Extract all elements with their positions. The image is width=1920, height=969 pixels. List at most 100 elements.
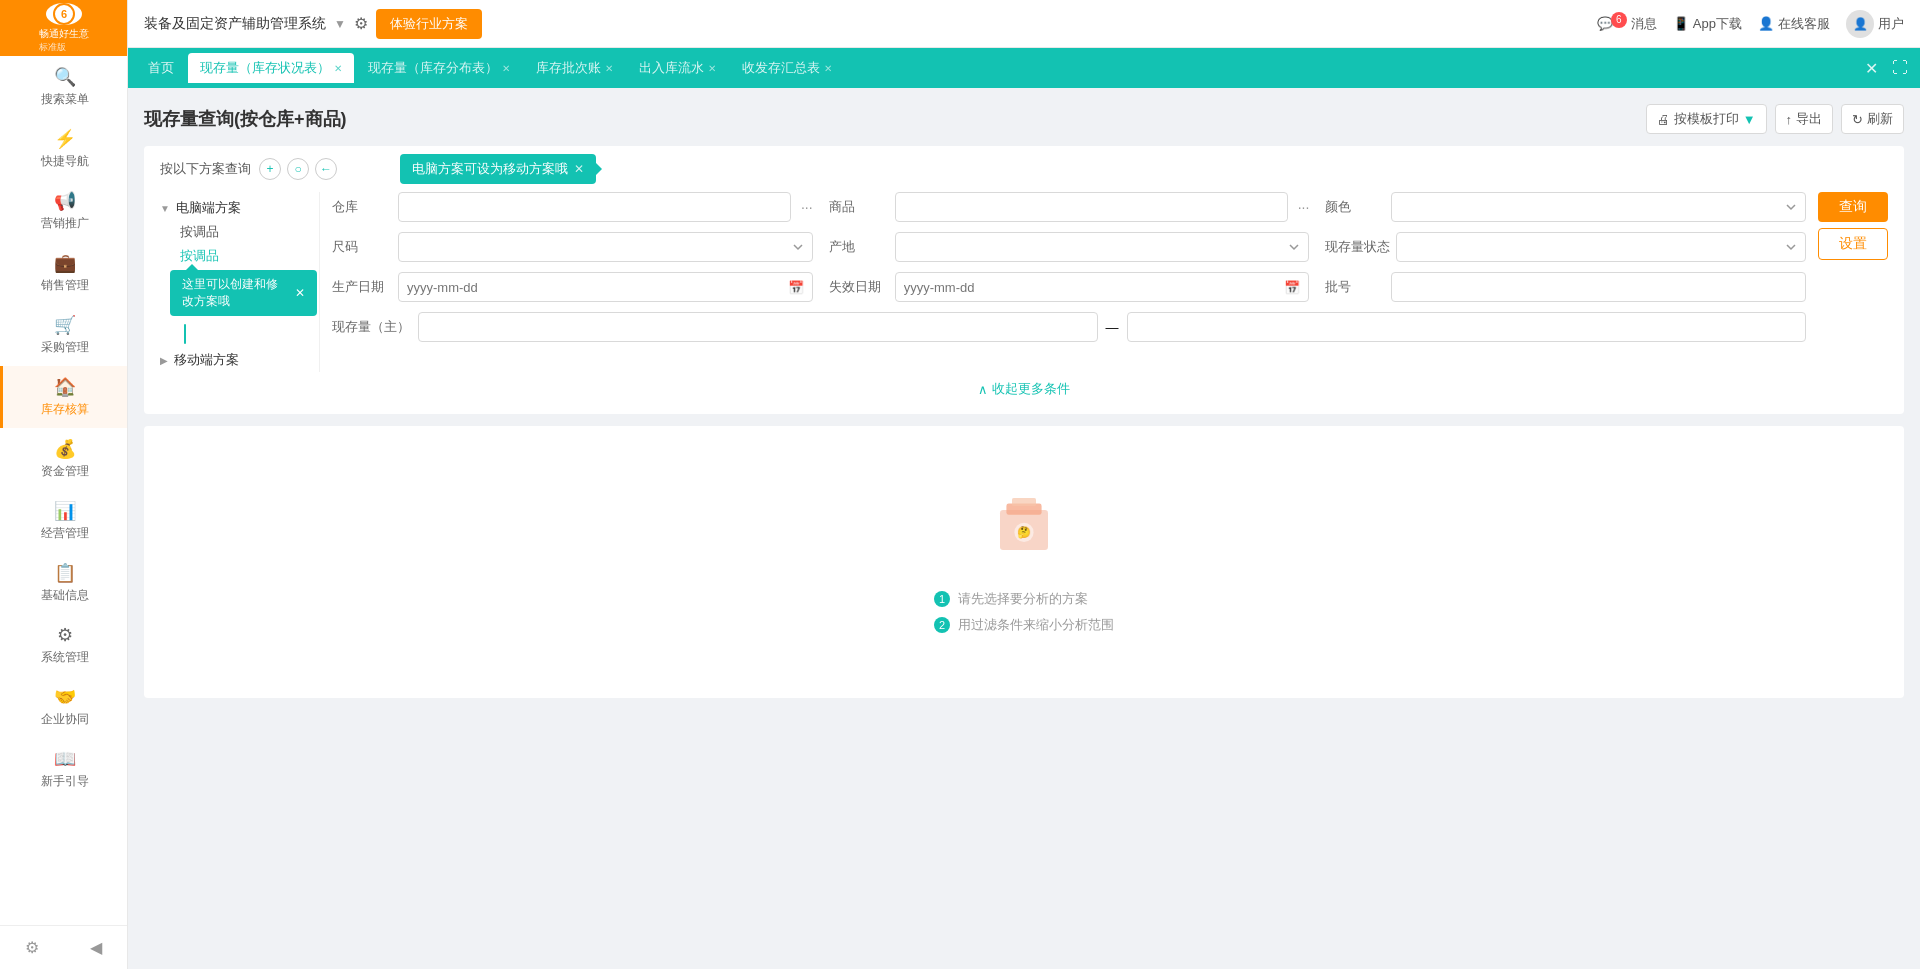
filter-header-btns: + ○ ← [259, 158, 337, 180]
goods-input[interactable] [896, 196, 1287, 219]
sidebar-item-quicknav[interactable]: ⚡ 快捷导航 [0, 118, 127, 180]
tab-inventory-status-close[interactable]: ✕ [334, 63, 342, 74]
page-title: 现存量查询(按仓库+商品) [144, 107, 347, 131]
scheme-pc-parent[interactable]: ▼ 电脑端方案 [160, 196, 307, 220]
phone-icon: 📱 [1673, 16, 1689, 31]
scheme-mobile-parent[interactable]: ▶ 移动端方案 [160, 348, 307, 372]
enterprise-icon: 🤝 [54, 686, 76, 708]
scheme-panel: ▼ 电脑端方案 按调品 按调品 这里可以创建和修改方案哦 [160, 192, 320, 372]
notif-badge: 6 [1611, 12, 1627, 28]
sidebar-item-label: 销售管理 [41, 277, 89, 294]
sidebar-item-purchase[interactable]: 🛒 采购管理 [0, 304, 127, 366]
sidebar: 6 畅通好生意 标准版 🔍 搜索菜单 ⚡ 快捷导航 📢 营销推广 💼 销售管理 … [0, 0, 128, 969]
system-icon: ⚙ [57, 624, 73, 646]
tab-home[interactable]: 首页 [136, 53, 186, 83]
filter-row-1: 仓库 ··· 商品 ··· [332, 192, 1806, 222]
online-service-btn[interactable]: 👤 在线客服 [1758, 15, 1830, 33]
inv-status-label: 现存量状态 [1325, 238, 1390, 256]
filter-body: ▼ 电脑端方案 按调品 按调品 这里可以创建和修改方案哦 [160, 192, 1888, 372]
sidebar-item-sales[interactable]: 💼 销售管理 [0, 242, 127, 304]
scheme-pc-child-2[interactable]: 按调品 [160, 244, 307, 268]
sidebar-item-system[interactable]: ⚙ 系统管理 [0, 614, 127, 676]
prev-scheme-btn[interactable]: ← [315, 158, 337, 180]
fullscreen-btn[interactable]: ⛶ [1888, 55, 1912, 81]
filter-warehouse: 仓库 ··· [332, 192, 813, 222]
size-select[interactable] [398, 232, 813, 262]
reset-btn[interactable]: 设置 [1818, 228, 1888, 260]
tab-collect-summary[interactable]: 收发存汇总表 ✕ [730, 53, 844, 83]
tip-num-1: 1 [934, 591, 950, 607]
message-btn[interactable]: 💬 6 消息 [1597, 15, 1657, 33]
tab-inout-flow-close[interactable]: ✕ [708, 63, 716, 74]
print-btn[interactable]: 🖨 按模板打印 ▼ [1646, 104, 1767, 134]
tab-inventory-dist-close[interactable]: ✕ [502, 63, 510, 74]
sidebar-item-label: 企业协同 [41, 711, 89, 728]
logo-icon: 6 [46, 3, 82, 25]
tab-batch-account[interactable]: 库存批次账 ✕ [524, 53, 625, 83]
scheme-connector-line [160, 324, 307, 344]
tab-batch-account-close[interactable]: ✕ [605, 63, 613, 74]
inv-status-select[interactable] [1396, 232, 1806, 262]
filter-color: 颜色 [1325, 192, 1806, 222]
add-scheme-btn[interactable]: + [259, 158, 281, 180]
inv-qty-max-input[interactable] [1127, 312, 1807, 342]
sidebar-item-inventory[interactable]: 🏠 库存核算 [0, 366, 127, 428]
sidebar-item-marketing[interactable]: 📢 营销推广 [0, 180, 127, 242]
app-logo: 6 畅通好生意 标准版 [0, 0, 127, 56]
collapse-sidebar-btn[interactable]: ◀ [90, 938, 102, 957]
svg-text:🤔: 🤔 [1017, 525, 1031, 539]
sidebar-item-operation[interactable]: 📊 经营管理 [0, 490, 127, 552]
empty-tip-2: 2 用过滤条件来缩小分析范围 [934, 612, 1114, 638]
export-btn[interactable]: ↑ 导出 [1775, 104, 1834, 134]
sidebar-item-label: 资金管理 [41, 463, 89, 480]
tab-collect-summary-label: 收发存汇总表 [742, 59, 820, 77]
filter-collapse-btn[interactable]: ∧ 收起更多条件 [160, 372, 1888, 402]
edit-scheme-tooltip-close[interactable]: ✕ [295, 286, 305, 300]
goods-more-btn[interactable]: ··· [1298, 199, 1310, 215]
filter-fields-panel: 仓库 ··· 商品 ··· [332, 192, 1806, 372]
sidebar-item-guide[interactable]: 📖 新手引导 [0, 738, 127, 800]
scheme-pc-child-1[interactable]: 按调品 [160, 220, 307, 244]
color-select[interactable] [1391, 192, 1806, 222]
calendar-icon-expire[interactable]: 📅 [1276, 280, 1308, 295]
warehouse-input[interactable] [399, 196, 790, 219]
batch-num-input[interactable] [1391, 272, 1806, 302]
close-all-tabs-btn[interactable]: ✕ [1861, 55, 1882, 82]
refresh-icon: ↻ [1852, 112, 1863, 127]
refresh-btn[interactable]: ↻ 刷新 [1841, 104, 1904, 134]
inv-qty-min-input[interactable] [418, 312, 1098, 342]
topbar-left: 装备及固定资产辅助管理系统 ▼ ⚙ 体验行业方案 [144, 9, 482, 39]
app-download-btn[interactable]: 📱 App下载 [1673, 15, 1742, 33]
logo-text: 畅通好生意 标准版 [39, 27, 89, 54]
search-btn[interactable]: 查询 [1818, 192, 1888, 222]
calendar-icon-produce[interactable]: 📅 [780, 280, 812, 295]
expire-date-input[interactable] [896, 276, 1277, 299]
tab-collect-summary-close[interactable]: ✕ [824, 63, 832, 74]
filter-header: 按以下方案查询 + ○ ← 电脑方案可设为移动方案哦 ✕ [160, 158, 1888, 180]
tab-inventory-status[interactable]: 现存量（库存状况表） ✕ [188, 53, 354, 83]
user-profile-btn[interactable]: 👤 用户 [1846, 10, 1904, 38]
sidebar-item-basic[interactable]: 📋 基础信息 [0, 552, 127, 614]
tab-inout-flow[interactable]: 出入库流水 ✕ [627, 53, 728, 83]
sales-icon: 💼 [54, 252, 76, 274]
topbar-settings-btn[interactable]: ⚙ [354, 14, 368, 33]
sidebar-item-finance[interactable]: 💰 资金管理 [0, 428, 127, 490]
tab-inventory-dist[interactable]: 现存量（库存分布表） ✕ [356, 53, 522, 83]
origin-select[interactable] [895, 232, 1310, 262]
filter-header-label: 按以下方案查询 [160, 160, 251, 178]
produce-date-input[interactable] [399, 276, 780, 299]
tabbar-actions: ✕ ⛶ [1861, 55, 1912, 82]
settings-footer-btn[interactable]: ⚙ [25, 938, 39, 957]
sidebar-item-search[interactable]: 🔍 搜索菜单 [0, 56, 127, 118]
sidebar-item-enterprise[interactable]: 🤝 企业协同 [0, 676, 127, 738]
add-scheme-tooltip-close[interactable]: ✕ [574, 162, 584, 176]
service-icon: 👤 [1758, 16, 1774, 31]
warehouse-more-btn[interactable]: ··· [801, 199, 813, 215]
system-dropdown-btn[interactable]: ▼ [334, 17, 346, 31]
batch-num-label: 批号 [1325, 278, 1385, 296]
edit-scheme-btn[interactable]: ○ [287, 158, 309, 180]
sidebar-nav: 🔍 搜索菜单 ⚡ 快捷导航 📢 营销推广 💼 销售管理 🛒 采购管理 🏠 库存核… [0, 56, 127, 925]
trial-btn[interactable]: 体验行业方案 [376, 9, 482, 39]
filter-panel: 按以下方案查询 + ○ ← 电脑方案可设为移动方案哦 ✕ [144, 146, 1904, 414]
tabbar: 首页 现存量（库存状况表） ✕ 现存量（库存分布表） ✕ 库存批次账 ✕ 出入库… [128, 48, 1920, 88]
